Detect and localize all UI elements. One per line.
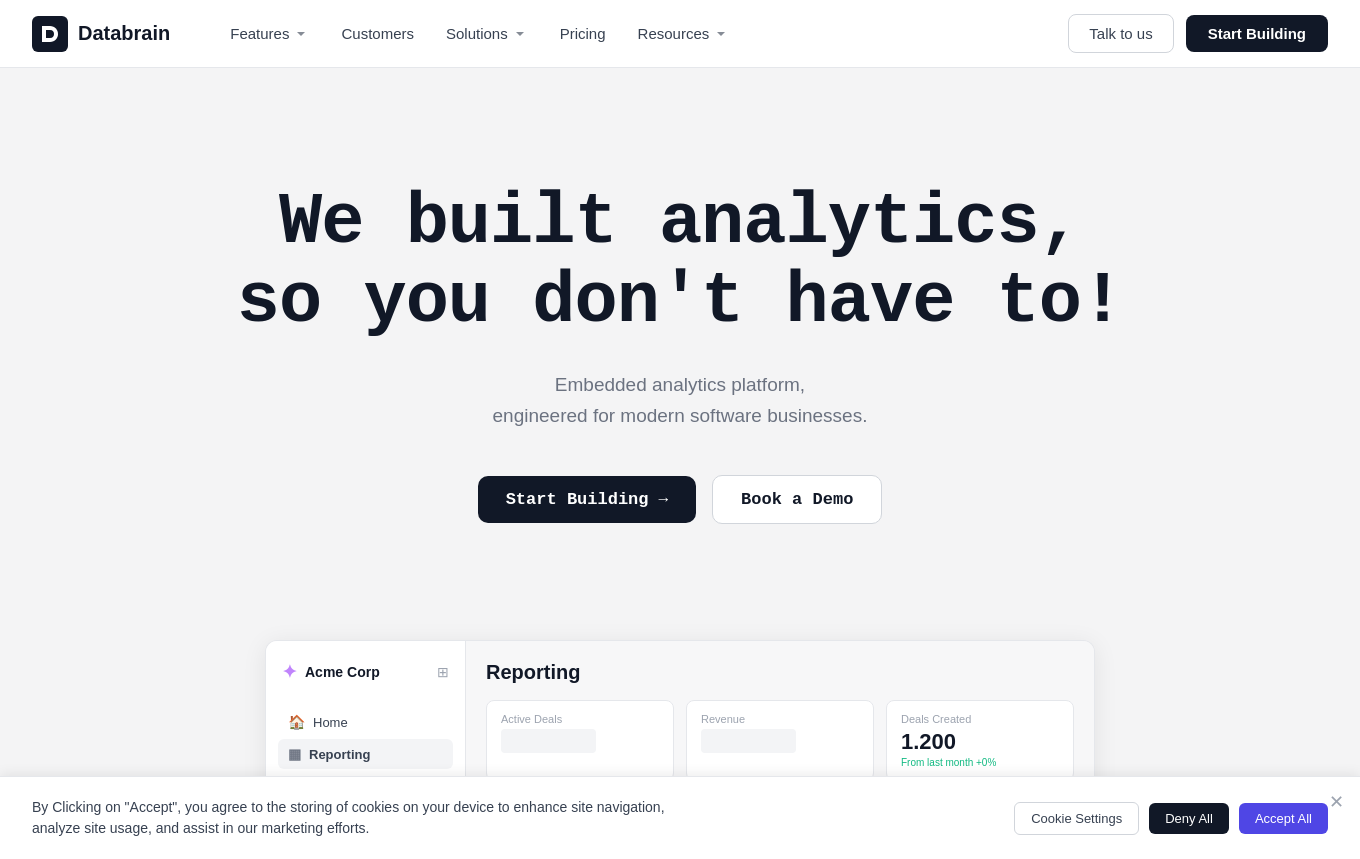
nav-item-solutions[interactable]: Solutions [434, 17, 540, 50]
metrics-row: Active Deals Revenue Deals Created 1.200… [486, 700, 1074, 781]
start-building-nav-button[interactable]: Start Building [1186, 15, 1328, 52]
nav-item-features[interactable]: Features [218, 17, 321, 50]
nav-item-resources[interactable]: Resources [626, 17, 742, 50]
cookie-accept-button[interactable]: Accept All [1239, 803, 1328, 834]
grid-icon: ⊞ [437, 664, 449, 680]
nav-item-pricing[interactable]: Pricing [548, 17, 618, 50]
brand-name: Databrain [78, 22, 170, 45]
navbar-right: Talk to us Start Building [1068, 14, 1328, 53]
home-icon: 🏠 [288, 714, 305, 730]
arrow-right-icon: → [659, 491, 669, 509]
chevron-down-icon [293, 26, 309, 42]
cookie-text: By Clicking on "Accept", you agree to th… [32, 797, 712, 839]
hero-title: We built analytics, so you don't have to… [237, 184, 1123, 342]
talk-to-us-button[interactable]: Talk to us [1068, 14, 1173, 53]
cookie-settings-button[interactable]: Cookie Settings [1014, 802, 1139, 835]
sidebar-item-home[interactable]: 🏠 Home [278, 707, 453, 737]
cookie-buttons: Cookie Settings Deny All Accept All [1014, 802, 1328, 835]
hero-buttons: Start Building → Book a Demo [478, 475, 883, 524]
reporting-icon: ▦ [288, 746, 301, 762]
metric-revenue: Revenue [686, 700, 874, 781]
chevron-down-icon [512, 26, 528, 42]
sidebar-company-name: ✦ Acme Corp [282, 661, 380, 683]
cookie-deny-button[interactable]: Deny All [1149, 803, 1229, 834]
book-demo-button[interactable]: Book a Demo [712, 475, 882, 524]
navbar: Databrain Features Customers Solutions P… [0, 0, 1360, 68]
cookie-banner: By Clicking on "Accept", you agree to th… [0, 776, 1360, 859]
star-icon: ✦ [282, 661, 297, 683]
hero-subtitle: Embedded analytics platform, engineered … [493, 370, 868, 431]
databrain-logo-icon [32, 16, 68, 52]
sidebar-logo-row: ✦ Acme Corp ⊞ [278, 661, 453, 683]
hero-section: We built analytics, so you don't have to… [0, 0, 1360, 640]
app-page-title: Reporting [486, 661, 1074, 684]
nav-links: Features Customers Solutions Pricing Res… [218, 17, 741, 50]
start-building-hero-button[interactable]: Start Building → [478, 476, 696, 523]
metric-active-deals: Active Deals [486, 700, 674, 781]
metric-deals-created: Deals Created 1.200 From last month +0% [886, 700, 1074, 781]
cookie-close-button[interactable]: ✕ [1329, 793, 1344, 811]
nav-item-customers[interactable]: Customers [329, 17, 426, 50]
sidebar-item-reporting[interactable]: ▦ Reporting [278, 739, 453, 769]
chevron-down-icon [713, 26, 729, 42]
navbar-left: Databrain Features Customers Solutions P… [32, 16, 741, 52]
logo[interactable]: Databrain [32, 16, 170, 52]
